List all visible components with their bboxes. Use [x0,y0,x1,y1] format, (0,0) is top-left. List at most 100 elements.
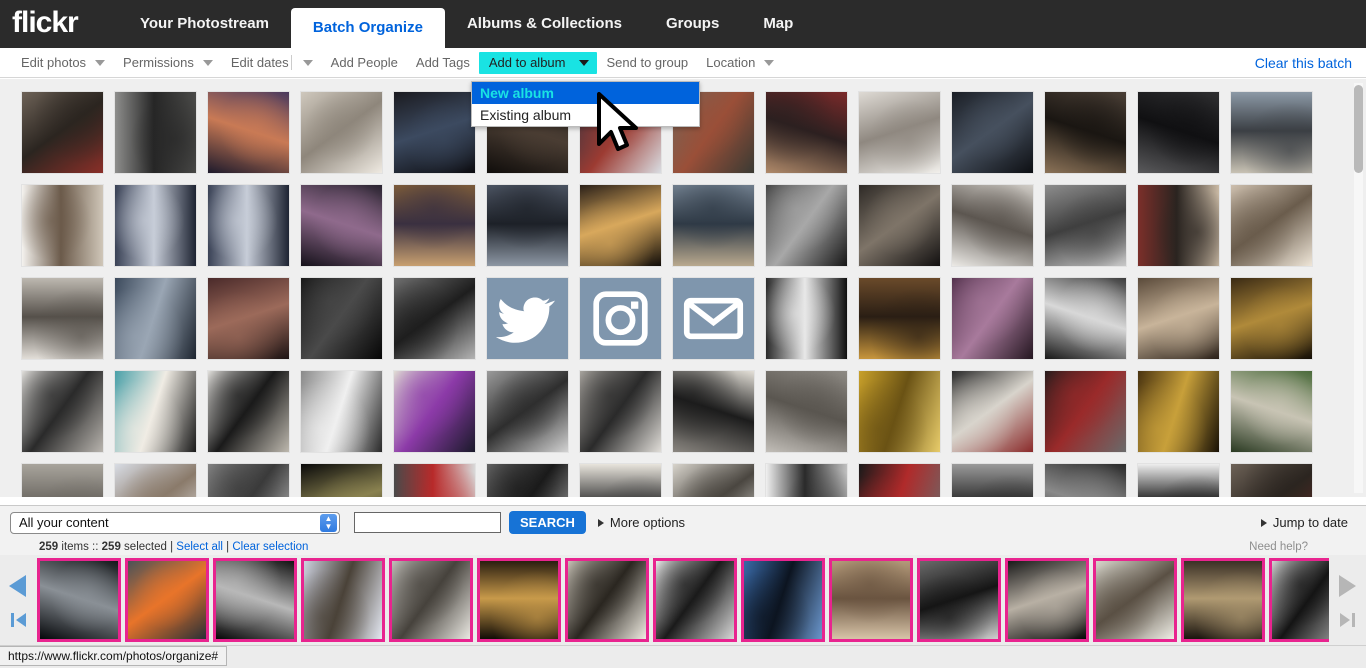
grid-thumbnail[interactable] [300,370,383,453]
grid-thumbnail[interactable] [858,463,941,497]
grid-thumbnail[interactable] [1230,463,1313,497]
toolbar-add-people[interactable]: Add People [322,52,407,74]
grid-thumbnail[interactable] [1230,184,1313,267]
toolbar-add-tags[interactable]: Add Tags [407,52,479,74]
grid-thumbnail[interactable] [672,184,755,267]
grid-thumbnail[interactable] [114,277,197,360]
grid-thumbnail[interactable] [1044,184,1127,267]
filmstrip-thumbnail[interactable] [1181,558,1266,642]
grid-thumbnail[interactable] [207,370,290,453]
toolbar-send-to-group[interactable]: Send to group [597,52,697,74]
filmstrip-thumbnail[interactable] [301,558,386,642]
filmstrip-thumbnail[interactable] [1005,558,1090,642]
skip-to-end-icon[interactable] [1338,611,1356,629]
clear-this-batch-link[interactable]: Clear this batch [1255,55,1352,71]
grid-thumbnail[interactable] [393,91,476,174]
filmstrip-thumbnail[interactable] [829,558,914,642]
nav-item-map[interactable]: Map [741,0,815,48]
toolbar-edit-photos[interactable]: Edit photos [12,52,114,74]
select-all-link[interactable]: Select all [176,541,223,553]
grid-thumbnail[interactable] [858,91,941,174]
grid-thumbnail[interactable] [579,277,662,360]
grid-thumbnail[interactable] [1044,91,1127,174]
grid-thumbnail[interactable] [1137,370,1220,453]
grid-thumbnail[interactable] [393,277,476,360]
search-button[interactable]: SEARCH [509,511,586,534]
filmstrip-thumbnail[interactable] [125,558,210,642]
grid-thumbnail[interactable] [1044,277,1127,360]
dropdown-item-new-album[interactable]: New album [472,82,699,104]
grid-scrollbar-thumb[interactable] [1354,85,1363,173]
grid-thumbnail[interactable] [951,277,1034,360]
grid-thumbnail[interactable] [300,463,383,497]
grid-thumbnail[interactable] [1137,184,1220,267]
grid-thumbnail[interactable] [393,184,476,267]
grid-thumbnail[interactable] [1137,463,1220,497]
grid-thumbnail[interactable] [21,91,104,174]
arrow-left-icon[interactable] [9,575,26,597]
grid-thumbnail[interactable] [393,463,476,497]
filmstrip-thumbnail[interactable] [1269,558,1329,642]
grid-thumbnail[interactable] [1230,91,1313,174]
search-input[interactable] [354,512,501,533]
toolbar-permissions[interactable]: Permissions [114,52,222,74]
grid-thumbnail[interactable] [114,463,197,497]
filmstrip-thumbnail[interactable] [477,558,562,642]
grid-thumbnail[interactable] [486,463,569,497]
filmstrip-thumbnail[interactable] [741,558,826,642]
grid-thumbnail[interactable] [486,184,569,267]
filmstrip-thumbnail[interactable] [37,558,122,642]
filmstrip-thumbnail[interactable] [1093,558,1178,642]
nav-item-batch-organize[interactable]: Batch Organize [290,8,445,48]
filmstrip-thumbnail[interactable] [213,558,298,642]
flickr-logo[interactable]: flickr [0,6,118,48]
grid-thumbnail[interactable] [765,184,848,267]
grid-thumbnail[interactable] [765,370,848,453]
filmstrip-thumbnail[interactable] [653,558,738,642]
grid-thumbnail[interactable] [21,370,104,453]
grid-thumbnail[interactable] [114,91,197,174]
grid-thumbnail[interactable] [486,277,569,360]
grid-thumbnail[interactable] [765,277,848,360]
grid-thumbnail[interactable] [1137,277,1220,360]
grid-thumbnail[interactable] [21,277,104,360]
dropdown-item-existing-album[interactable]: Existing album [472,104,699,126]
grid-thumbnail[interactable] [300,91,383,174]
grid-thumbnail[interactable] [486,370,569,453]
grid-thumbnail[interactable] [951,370,1034,453]
filmstrip-thumbnail[interactable] [389,558,474,642]
grid-thumbnail[interactable] [300,277,383,360]
grid-thumbnail[interactable] [858,370,941,453]
grid-thumbnail[interactable] [393,370,476,453]
grid-thumbnail[interactable] [672,463,755,497]
filmstrip-thumbnail[interactable] [917,558,1002,642]
more-options-toggle[interactable]: More options [597,515,685,530]
toolbar-edit-dates[interactable]: Edit dates [222,52,322,74]
grid-thumbnail[interactable] [300,184,383,267]
arrow-right-icon[interactable] [1339,575,1357,597]
grid-thumbnail[interactable] [1137,91,1220,174]
grid-thumbnail[interactable] [1044,463,1127,497]
filmstrip-thumbnail[interactable] [565,558,650,642]
grid-thumbnail[interactable] [765,91,848,174]
grid-thumbnail[interactable] [579,463,662,497]
content-scope-select[interactable]: All your content ▲ ▼ [10,511,340,534]
grid-thumbnail[interactable] [21,463,104,497]
jump-to-date-toggle[interactable]: Jump to date [1260,515,1348,530]
grid-thumbnail[interactable] [858,184,941,267]
grid-thumbnail[interactable] [1230,370,1313,453]
grid-thumbnail[interactable] [207,91,290,174]
skip-to-start-icon[interactable] [10,611,28,629]
grid-thumbnail[interactable] [672,370,755,453]
grid-thumbnail[interactable] [21,184,104,267]
grid-thumbnail[interactable] [1230,277,1313,360]
grid-thumbnail[interactable] [579,370,662,453]
grid-thumbnail[interactable] [114,184,197,267]
toolbar-add-to-album[interactable]: Add to album [478,51,598,74]
grid-thumbnail[interactable] [207,463,290,497]
grid-thumbnail[interactable] [951,463,1034,497]
need-help-link[interactable]: Need help? [1249,541,1308,553]
grid-thumbnail[interactable] [1044,370,1127,453]
grid-thumbnail[interactable] [579,184,662,267]
nav-item-albums-collections[interactable]: Albums & Collections [445,0,644,48]
